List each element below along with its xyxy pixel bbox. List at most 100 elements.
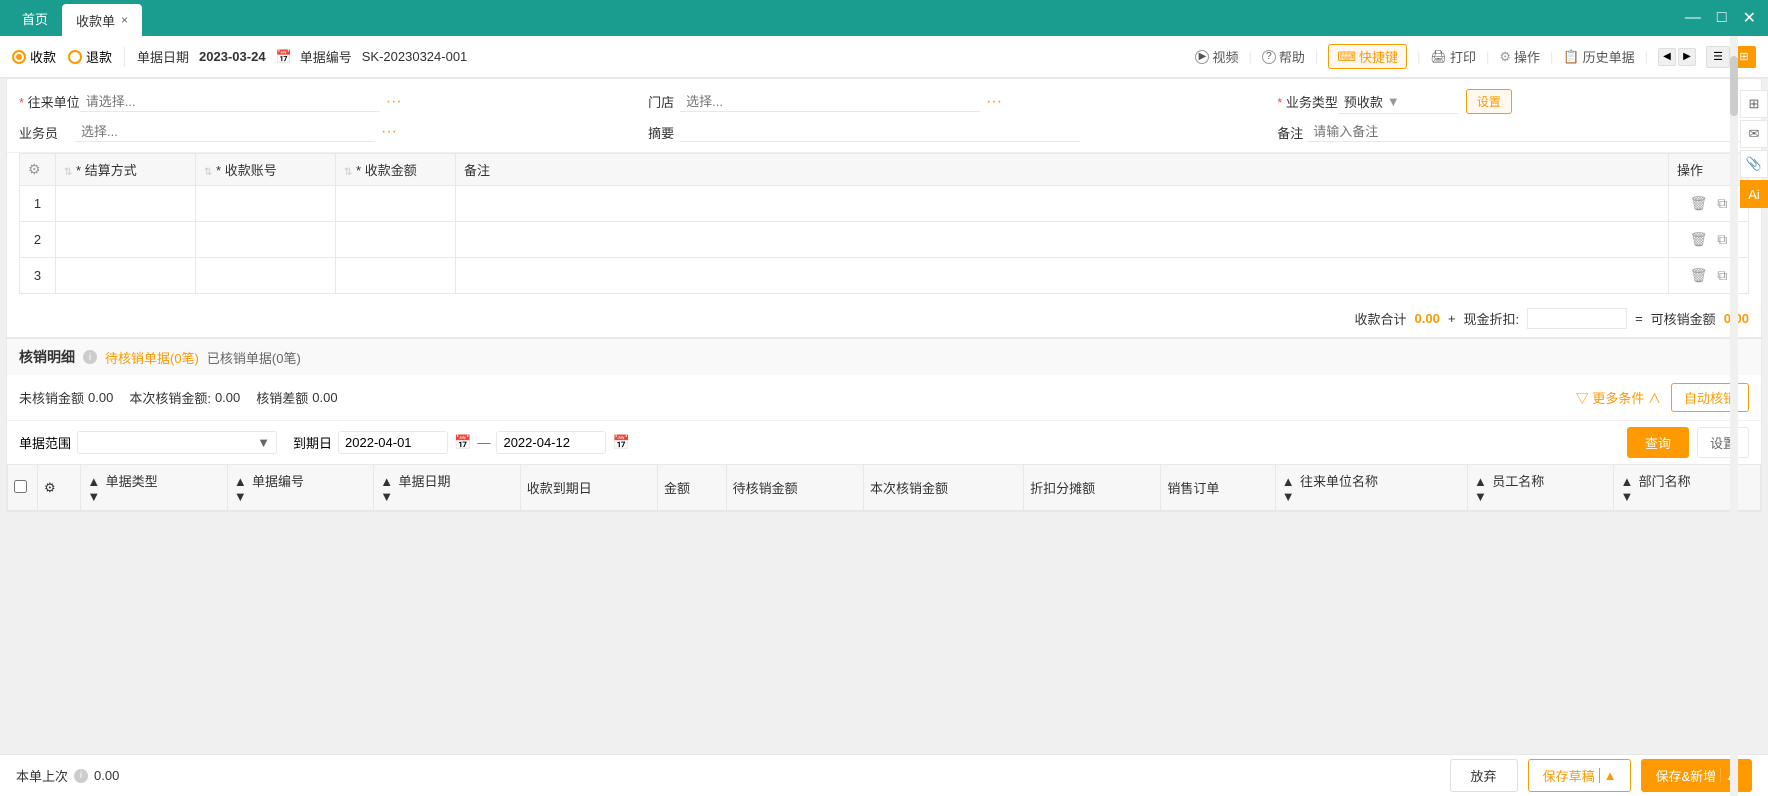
tab-home[interactable]: 首页	[8, 0, 62, 36]
hexiao-info-icon[interactable]: i	[83, 350, 97, 364]
window-max-btn[interactable]: □	[1713, 7, 1731, 29]
biz-type-label: 业务类型	[1277, 92, 1338, 111]
col-dept-label: 部门名称	[1639, 474, 1691, 489]
bottom-gear-icon[interactable]: ⚙	[44, 480, 56, 495]
info-icon-footer[interactable]: i	[74, 769, 88, 783]
biz-type-select[interactable]: 预收款 ▼	[1338, 90, 1458, 114]
date-to-input[interactable]	[496, 431, 606, 454]
sidebar-mail-btn[interactable]: ✉	[1740, 120, 1768, 148]
col-counterpart: ▲▼ 往来单位名称	[1275, 465, 1467, 511]
row-2-jiesuan[interactable]	[56, 222, 196, 258]
row-3-delete-btn[interactable]: 🗑	[1687, 267, 1711, 283]
row-1-jiesuan[interactable]	[56, 186, 196, 222]
nav-next[interactable]: ▶	[1678, 48, 1696, 66]
view-list-btn[interactable]: ☰	[1706, 46, 1730, 68]
sidebar-table-btn[interactable]: ⊞	[1740, 90, 1768, 118]
select-all-checkbox[interactable]	[14, 480, 27, 493]
calendar-icon[interactable]: 📅	[276, 49, 292, 65]
total-value: 0.00	[1415, 311, 1440, 326]
window-min-btn[interactable]: —	[1681, 7, 1705, 29]
save-draft-label: 保存草稿	[1543, 766, 1595, 785]
more-conditions-btn[interactable]: ▽ 更多条件 ∧	[1576, 388, 1661, 407]
radio-receipt[interactable]: 收款	[12, 47, 56, 66]
row-2-copy-btn[interactable]: ⧉	[1714, 231, 1730, 247]
range-select[interactable]: ▼	[77, 431, 277, 454]
store-input[interactable]	[680, 92, 980, 112]
footer-info: 本单上次 i 0.00	[16, 766, 119, 785]
summary-group: 摘要	[648, 122, 1277, 142]
col-dept: ▲▼ 部门名称	[1614, 465, 1761, 511]
form-row-1: 往来单位 ··· 门店 ··· 业务类型 预收款 ▼ 设置	[19, 89, 1749, 114]
counterpart-more-icon[interactable]: ···	[380, 93, 408, 111]
settings-btn[interactable]: 设置	[1466, 89, 1512, 114]
jiesuan-label: *	[76, 163, 85, 178]
col-gear[interactable]: ⚙	[38, 465, 81, 511]
benshangjie-label: 本单上次	[16, 766, 68, 785]
store-more-icon[interactable]: ···	[980, 93, 1008, 111]
row-1-amount[interactable]	[336, 186, 456, 222]
help-btn[interactable]: ? 帮助	[1262, 47, 1305, 66]
summary-input[interactable]	[680, 122, 1080, 142]
staff-more-icon[interactable]: ···	[375, 123, 403, 141]
cal-from-icon[interactable]: 📅	[454, 434, 471, 451]
tab-receipt-close[interactable]: ×	[121, 13, 128, 27]
summary-row: 收款合计 0.00 + 现金折扣: = 可核销金额 0.00	[7, 300, 1761, 337]
abandon-btn[interactable]: 放弃	[1450, 759, 1518, 792]
tab-receipt-label: 收款单	[76, 11, 115, 30]
date-from-input[interactable]	[338, 431, 448, 454]
shortcut-btn[interactable]: ⌨ 快捷键	[1328, 44, 1407, 69]
save-draft-btn[interactable]: 保存草稿 ▲	[1528, 759, 1632, 792]
col-remark-header: 备注	[456, 154, 1669, 186]
this-check-label: 本次核销金额:	[129, 388, 211, 407]
row-3-remark[interactable]	[456, 258, 1669, 294]
note-input[interactable]	[1307, 122, 1749, 142]
discount-input[interactable]	[1527, 308, 1627, 329]
row-3-account[interactable]	[196, 258, 336, 294]
operation-btn[interactable]: ⚙ 操作	[1499, 47, 1540, 66]
query-btn[interactable]: 查询	[1627, 427, 1689, 458]
row-1-account[interactable]	[196, 186, 336, 222]
number-label: 单据编号	[300, 47, 352, 66]
biz-type-arrow: ▼	[1387, 94, 1400, 109]
row-1-copy-btn[interactable]: ⧉	[1714, 195, 1730, 211]
row-3-amount[interactable]	[336, 258, 456, 294]
done-tab[interactable]: 已核销单据(0笔)	[207, 348, 301, 367]
row-3-jiesuan[interactable]	[56, 258, 196, 294]
range-select-arrow: ▼	[257, 435, 270, 450]
radio-refund-dot	[68, 50, 82, 64]
sidebar-clip-btn[interactable]: 📎	[1740, 150, 1768, 178]
col-settings[interactable]: ⚙	[20, 154, 56, 186]
scroll-thumb[interactable]	[1730, 56, 1738, 116]
scrollbar[interactable]	[1730, 36, 1738, 796]
row-1-delete-btn[interactable]: 🗑	[1687, 195, 1711, 211]
row-2-remark[interactable]	[456, 222, 1669, 258]
cal-to-icon[interactable]: 📅	[612, 434, 629, 451]
video-btn[interactable]: ▶ 视频	[1195, 47, 1238, 66]
nav-prev[interactable]: ◀	[1658, 48, 1676, 66]
window-close-btn[interactable]: ✕	[1739, 6, 1760, 30]
pending-tab[interactable]: 待核销单据(0笔)	[105, 348, 199, 367]
filter-settings-btn[interactable]: 设置	[1697, 427, 1749, 458]
row-1-remark[interactable]	[456, 186, 1669, 222]
row-2-account[interactable]	[196, 222, 336, 258]
radio-refund[interactable]: 退款	[68, 47, 112, 66]
history-btn[interactable]: 📋 历史单据	[1563, 47, 1634, 66]
row-3-copy-btn[interactable]: ⧉	[1714, 267, 1730, 283]
sidebar-chat-btn[interactable]: Ai	[1740, 180, 1768, 208]
staff-input[interactable]	[75, 122, 375, 142]
counterpart-label: 往来单位	[19, 92, 80, 111]
col-checkbox[interactable]	[8, 465, 38, 511]
tab-receipt[interactable]: 收款单 ×	[62, 4, 142, 36]
save-draft-arrow[interactable]: ▲	[1599, 768, 1617, 783]
counterpart-input[interactable]	[80, 92, 380, 112]
print-btn[interactable]: 🖨 打印	[1430, 47, 1476, 66]
summary-label: 摘要	[648, 123, 680, 142]
row-2-delete-btn[interactable]: 🗑	[1687, 231, 1711, 247]
save-new-label: 保存&新增	[1655, 766, 1716, 785]
table-gear-icon[interactable]: ⚙	[28, 161, 41, 177]
row-2-amount[interactable]	[336, 222, 456, 258]
this-check-stat: 本次核销金额: 0.00	[129, 388, 240, 407]
biz-type-group: 业务类型 预收款 ▼ 设置	[1277, 89, 1749, 114]
tab-bar-actions: — □ ✕	[1681, 6, 1760, 30]
col-doc-type-label: 单据类型	[106, 474, 158, 489]
